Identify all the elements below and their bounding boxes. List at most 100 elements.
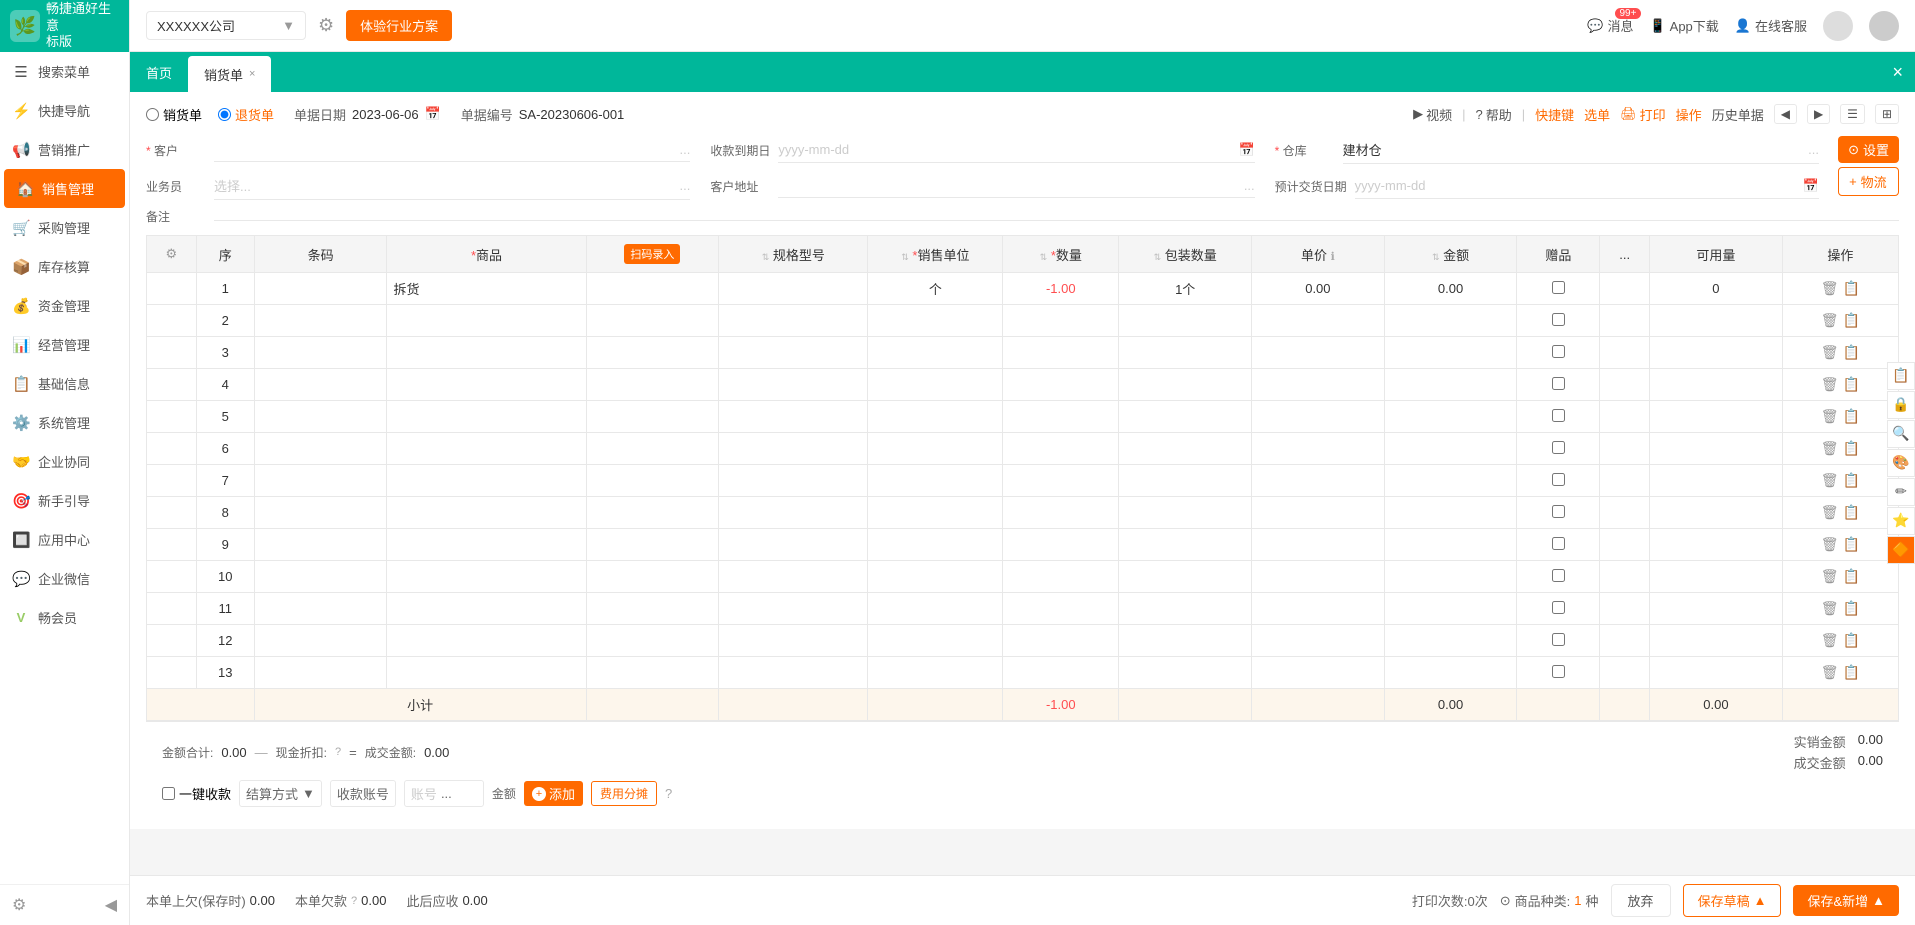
- row-unit-11[interactable]: [868, 625, 1003, 657]
- row-gift-6[interactable]: [1517, 465, 1600, 497]
- tabbar-close-icon[interactable]: ×: [1892, 62, 1903, 83]
- right-tool-3[interactable]: 🔍: [1887, 420, 1915, 448]
- row-gift-5[interactable]: [1517, 433, 1600, 465]
- row-price-8[interactable]: [1252, 529, 1385, 561]
- row-gift-10[interactable]: [1517, 593, 1600, 625]
- row-unit-5[interactable]: [868, 433, 1003, 465]
- row-amount-0[interactable]: 0.00: [1384, 273, 1517, 305]
- row-copy-5[interactable]: 📋: [1843, 440, 1860, 457]
- row-pkg-8[interactable]: [1119, 529, 1252, 561]
- row-delete-7[interactable]: 🗑: [1821, 504, 1839, 521]
- row-price-1[interactable]: [1252, 305, 1385, 337]
- row-product-1[interactable]: [387, 305, 586, 337]
- row-price-12[interactable]: [1252, 657, 1385, 689]
- sidebar-item-finance[interactable]: 💰 资金管理: [0, 286, 129, 325]
- row-unit-6[interactable]: [868, 465, 1003, 497]
- row-delete-4[interactable]: 🗑: [1821, 408, 1839, 425]
- scan-btn[interactable]: 扫码录入: [624, 244, 680, 264]
- settle-method-select[interactable]: 结算方式 ▼: [239, 780, 322, 807]
- customer-input[interactable]: ...: [214, 138, 690, 162]
- account-input[interactable]: 账号 ...: [404, 780, 484, 807]
- row-pkg-12[interactable]: [1119, 657, 1252, 689]
- remarks-input[interactable]: [214, 212, 1899, 221]
- row-price-2[interactable]: [1252, 337, 1385, 369]
- row-qty-12[interactable]: [1003, 657, 1119, 689]
- row-delete-3[interactable]: 🗑: [1821, 376, 1839, 393]
- sidebar-item-appstore[interactable]: 🔲 应用中心: [0, 520, 129, 559]
- row-pkg-1[interactable]: [1119, 305, 1252, 337]
- row-product-12[interactable]: [387, 657, 586, 689]
- row-price-4[interactable]: [1252, 401, 1385, 433]
- settings-btn[interactable]: ⊙ 设置: [1838, 136, 1899, 163]
- row-copy-3[interactable]: 📋: [1843, 376, 1860, 393]
- add-payment-btn[interactable]: + 添加: [524, 781, 583, 806]
- experience-btn[interactable]: 体验行业方案: [346, 10, 452, 41]
- sidebar-item-inventory[interactable]: 📦 库存核算: [0, 247, 129, 286]
- sidebar-item-system[interactable]: ⚙️ 系统管理: [0, 403, 129, 442]
- history-tool[interactable]: 历史单据: [1712, 105, 1764, 124]
- row-barcode-2[interactable]: [254, 337, 387, 369]
- row-unit-3[interactable]: [868, 369, 1003, 401]
- due-date-input[interactable]: yyyy-mm-dd 📅: [778, 138, 1254, 163]
- row-delete-0[interactable]: 🗑: [1821, 280, 1839, 297]
- row-unit-2[interactable]: [868, 337, 1003, 369]
- row-amount-2[interactable]: [1384, 337, 1517, 369]
- logistics-btn[interactable]: + 物流: [1838, 167, 1899, 196]
- expected-date-input[interactable]: yyyy-mm-dd 📅: [1355, 174, 1819, 199]
- row-pkg-10[interactable]: [1119, 593, 1252, 625]
- row-unit-8[interactable]: [868, 529, 1003, 561]
- due-date-calendar-icon[interactable]: 📅: [1238, 142, 1254, 158]
- row-amount-3[interactable]: [1384, 369, 1517, 401]
- row-unit-0[interactable]: 个: [868, 273, 1003, 305]
- row-amount-6[interactable]: [1384, 465, 1517, 497]
- sidebar-item-wecom[interactable]: 💬 企业微信: [0, 559, 129, 598]
- row-spec-3[interactable]: [719, 369, 868, 401]
- row-unit-1[interactable]: [868, 305, 1003, 337]
- row-barcode-12[interactable]: [254, 657, 387, 689]
- row-pkg-9[interactable]: [1119, 561, 1252, 593]
- radio-return-input[interactable]: [218, 108, 231, 121]
- row-amount-5[interactable]: [1384, 433, 1517, 465]
- radio-return[interactable]: 退货单: [218, 105, 274, 124]
- row-copy-0[interactable]: 📋: [1843, 280, 1860, 297]
- sidebar-item-marketing[interactable]: 📢 营销推广: [0, 130, 129, 169]
- tab-close-icon[interactable]: ×: [249, 68, 255, 80]
- row-qty-7[interactable]: [1003, 497, 1119, 529]
- avatar[interactable]: [1823, 11, 1853, 41]
- save-draft-btn[interactable]: 保存草稿 ▲: [1683, 884, 1782, 917]
- row-amount-10[interactable]: [1384, 593, 1517, 625]
- settle-account-select[interactable]: 收款账号: [330, 780, 396, 807]
- row-gift-12[interactable]: [1517, 657, 1600, 689]
- row-pkg-3[interactable]: [1119, 369, 1252, 401]
- shortcut-tool[interactable]: 快捷键: [1535, 105, 1574, 124]
- row-gift-4[interactable]: [1517, 401, 1600, 433]
- right-tool-4[interactable]: 🎨: [1887, 449, 1915, 477]
- settings-bottom-icon[interactable]: ⚙: [12, 895, 26, 915]
- row-price-3[interactable]: [1252, 369, 1385, 401]
- row-copy-2[interactable]: 📋: [1843, 344, 1860, 361]
- row-price-6[interactable]: [1252, 465, 1385, 497]
- row-product-4[interactable]: [387, 401, 586, 433]
- row-pkg-6[interactable]: [1119, 465, 1252, 497]
- row-spec-8[interactable]: [719, 529, 868, 561]
- right-tool-7[interactable]: 🔶: [1887, 536, 1915, 564]
- row-gift-0[interactable]: [1517, 273, 1600, 305]
- row-pkg-5[interactable]: [1119, 433, 1252, 465]
- operate-tool[interactable]: 操作: [1676, 105, 1702, 124]
- row-qty-4[interactable]: [1003, 401, 1119, 433]
- row-price-7[interactable]: [1252, 497, 1385, 529]
- row-product-6[interactable]: [387, 465, 586, 497]
- row-unit-10[interactable]: [868, 593, 1003, 625]
- row-product-10[interactable]: [387, 593, 586, 625]
- row-price-9[interactable]: [1252, 561, 1385, 593]
- row-spec-6[interactable]: [719, 465, 868, 497]
- row-spec-0[interactable]: [719, 273, 868, 305]
- row-delete-5[interactable]: 🗑: [1821, 440, 1839, 457]
- row-amount-8[interactable]: [1384, 529, 1517, 561]
- row-barcode-5[interactable]: [254, 433, 387, 465]
- sidebar-item-search[interactable]: ☰ 搜索菜单: [0, 52, 129, 91]
- row-copy-9[interactable]: 📋: [1843, 568, 1860, 585]
- video-tool[interactable]: ▶ 视频: [1413, 105, 1452, 124]
- row-unit-4[interactable]: [868, 401, 1003, 433]
- row-copy-4[interactable]: 📋: [1843, 408, 1860, 425]
